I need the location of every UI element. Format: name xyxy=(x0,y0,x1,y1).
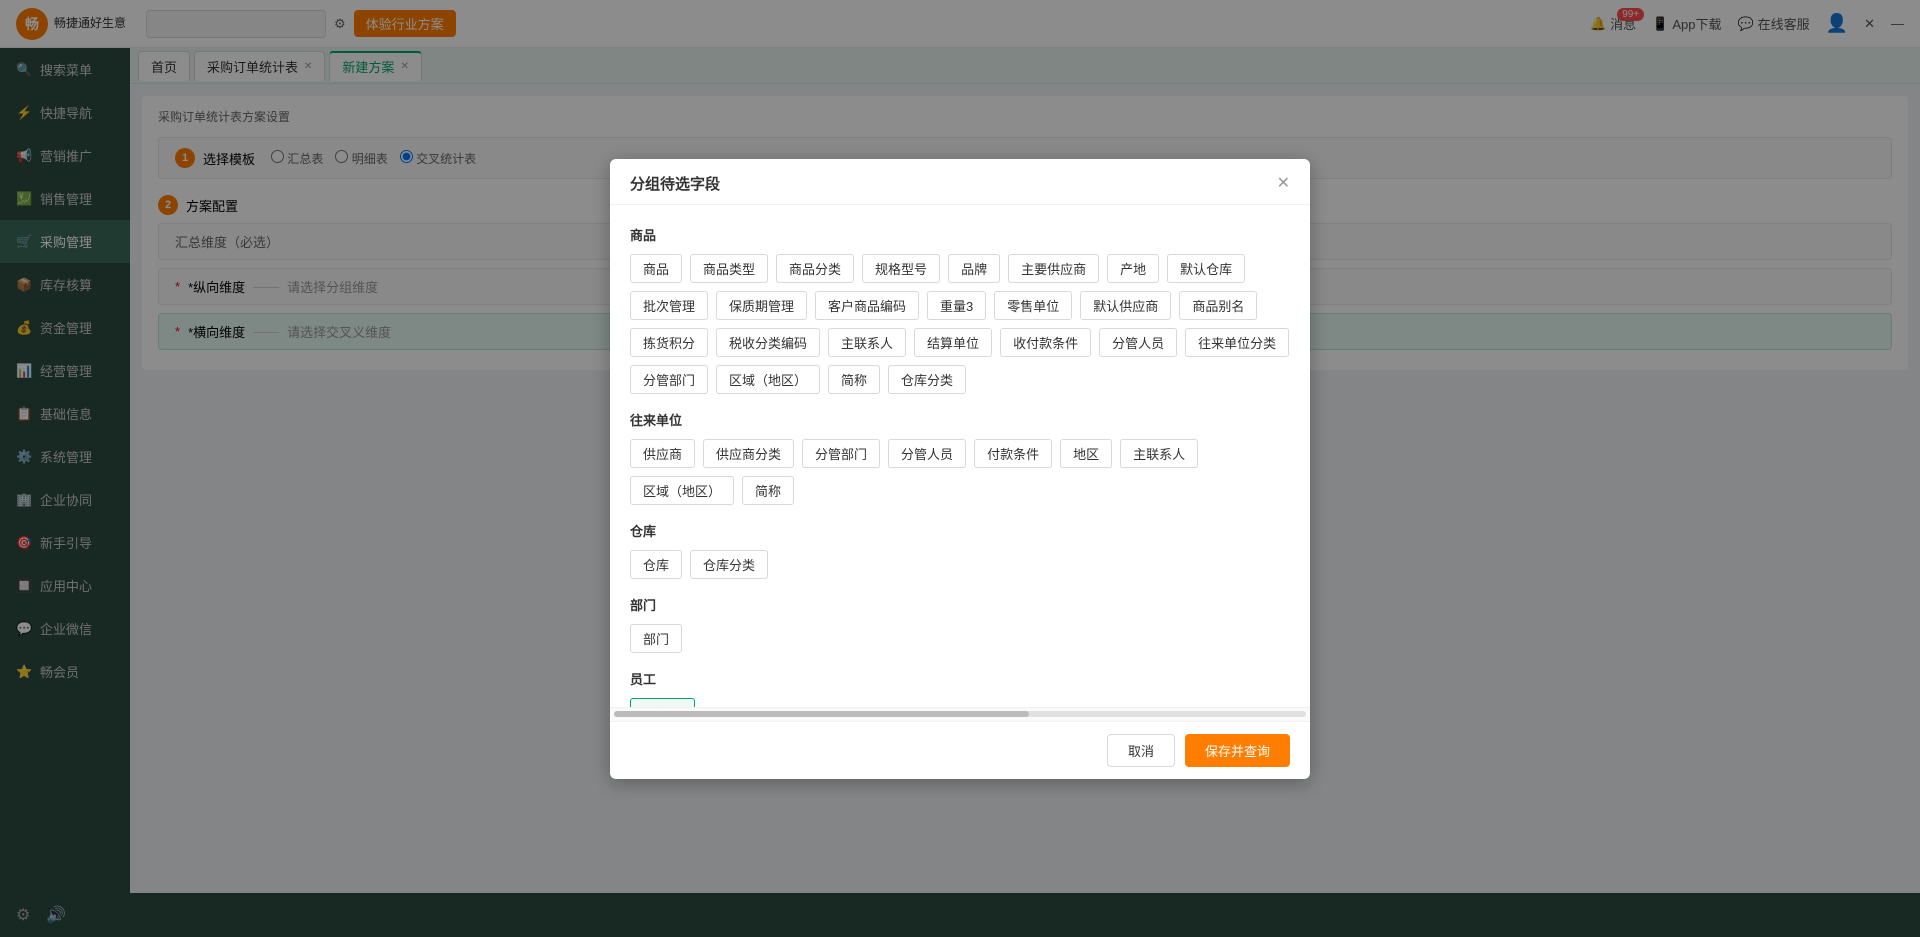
section-title-partner: 往来单位 xyxy=(630,410,1290,429)
field-settlement-unit[interactable]: 结算单位 xyxy=(914,328,992,357)
field-warehouse[interactable]: 仓库 xyxy=(630,550,682,579)
dialog-close-icon[interactable]: ✕ xyxy=(1277,173,1290,193)
field-supplier-category[interactable]: 供应商分类 xyxy=(703,439,794,468)
section-title-goods: 商品 xyxy=(630,225,1290,244)
field-payment-terms[interactable]: 收付款条件 xyxy=(1000,328,1091,357)
field-salesperson[interactable]: 业务员 xyxy=(630,698,695,707)
field-brand[interactable]: 品牌 xyxy=(948,254,1000,283)
field-tax-code[interactable]: 税收分类编码 xyxy=(716,328,820,357)
field-region[interactable]: 区域（地区） xyxy=(716,365,820,394)
scroll-track xyxy=(614,711,1306,717)
field-goods[interactable]: 商品 xyxy=(630,254,682,283)
field-retail-unit[interactable]: 零售单位 xyxy=(994,291,1072,320)
field-short-name[interactable]: 简称 xyxy=(828,365,880,394)
field-group-department: 部门 xyxy=(630,624,1290,653)
field-weight3[interactable]: 重量3 xyxy=(927,291,986,320)
field-main-supplier[interactable]: 主要供应商 xyxy=(1008,254,1099,283)
field-group-employee: 业务员 xyxy=(630,698,1290,707)
field-alias[interactable]: 商品别名 xyxy=(1179,291,1257,320)
dialog-title: 分组待选字段 xyxy=(630,173,720,194)
field-default-supplier[interactable]: 默认供应商 xyxy=(1080,291,1171,320)
field-department[interactable]: 部门 xyxy=(630,624,682,653)
dialog-bottom-scrollbar[interactable] xyxy=(610,707,1310,721)
field-unit-category[interactable]: 往来单位分类 xyxy=(1185,328,1289,357)
field-manager[interactable]: 分管人员 xyxy=(1099,328,1177,357)
dialog: 分组待选字段 ✕ 商品 商品 商品类型 商品分类 规格型号 品牌 主要供应商 产… xyxy=(610,159,1310,779)
overlay: 分组待选字段 ✕ 商品 商品 商品类型 商品分类 规格型号 品牌 主要供应商 产… xyxy=(0,0,1920,937)
cancel-button[interactable]: 取消 xyxy=(1107,734,1175,767)
field-partner-contact[interactable]: 主联系人 xyxy=(1120,439,1198,468)
field-pick-points[interactable]: 拣货积分 xyxy=(630,328,708,357)
field-batch-management[interactable]: 批次管理 xyxy=(630,291,708,320)
field-partner-short-name[interactable]: 简称 xyxy=(742,476,794,505)
field-warehouse-category[interactable]: 仓库分类 xyxy=(888,365,966,394)
field-warehouse-cat[interactable]: 仓库分类 xyxy=(690,550,768,579)
section-title-department: 部门 xyxy=(630,595,1290,614)
section-title-warehouse: 仓库 xyxy=(630,521,1290,540)
field-group-goods: 商品 商品类型 商品分类 规格型号 品牌 主要供应商 产地 默认仓库 批次管理 … xyxy=(630,254,1290,394)
field-spec-model[interactable]: 规格型号 xyxy=(862,254,940,283)
field-managing-dept[interactable]: 分管部门 xyxy=(630,365,708,394)
field-origin[interactable]: 产地 xyxy=(1107,254,1159,283)
field-payment-condition[interactable]: 付款条件 xyxy=(974,439,1052,468)
section-title-employee: 员工 xyxy=(630,669,1290,688)
scroll-thumb xyxy=(614,711,1029,717)
field-group-warehouse: 仓库 仓库分类 xyxy=(630,550,1290,579)
field-default-warehouse[interactable]: 默认仓库 xyxy=(1167,254,1245,283)
field-goods-type[interactable]: 商品类型 xyxy=(690,254,768,283)
field-goods-category[interactable]: 商品分类 xyxy=(776,254,854,283)
field-group-partner: 供应商 供应商分类 分管部门 分管人员 付款条件 地区 主联系人 区域（地区） … xyxy=(630,439,1290,505)
field-main-contact[interactable]: 主联系人 xyxy=(828,328,906,357)
field-area[interactable]: 地区 xyxy=(1060,439,1112,468)
dialog-header: 分组待选字段 ✕ xyxy=(610,159,1310,205)
field-partner-dept[interactable]: 分管部门 xyxy=(802,439,880,468)
field-partner-region[interactable]: 区域（地区） xyxy=(630,476,734,505)
dialog-body: 商品 商品 商品类型 商品分类 规格型号 品牌 主要供应商 产地 默认仓库 批次… xyxy=(610,205,1310,707)
save-button[interactable]: 保存并查询 xyxy=(1185,734,1290,767)
field-customer-code[interactable]: 客户商品编码 xyxy=(815,291,919,320)
field-expiry-management[interactable]: 保质期管理 xyxy=(716,291,807,320)
field-supplier[interactable]: 供应商 xyxy=(630,439,695,468)
dialog-footer: 取消 保存并查询 xyxy=(610,721,1310,779)
field-partner-manager[interactable]: 分管人员 xyxy=(888,439,966,468)
